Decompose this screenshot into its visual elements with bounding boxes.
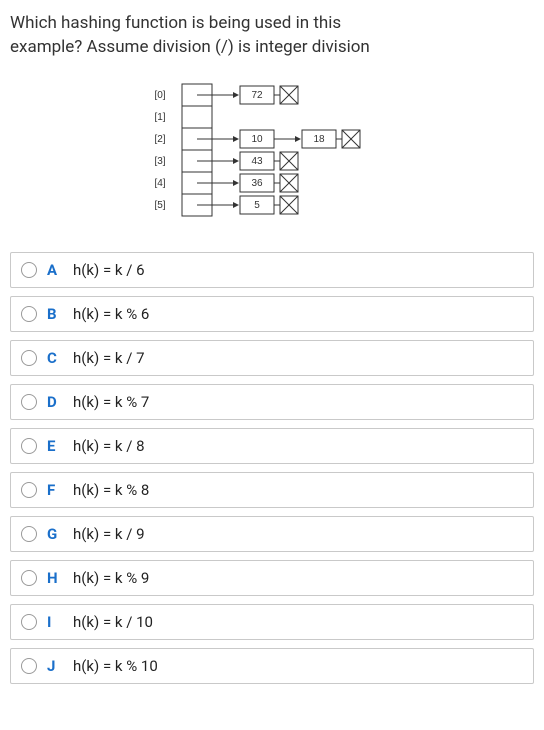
radio-icon	[21, 482, 37, 498]
answer-option-b[interactable]: Bh(k) = k % 6	[10, 296, 534, 332]
radio-icon	[21, 658, 37, 674]
svg-text:5: 5	[254, 200, 260, 211]
radio-icon	[21, 262, 37, 278]
svg-text:[3]: [3]	[154, 156, 165, 167]
option-text: h(k) = k / 10	[73, 613, 153, 631]
svg-text:18: 18	[313, 134, 325, 145]
option-text: h(k) = k % 8	[73, 481, 149, 499]
option-letter: D	[47, 393, 63, 411]
radio-icon	[21, 614, 37, 630]
option-text: h(k) = k % 9	[73, 569, 149, 587]
option-letter: A	[47, 261, 63, 279]
answer-option-e[interactable]: Eh(k) = k / 8	[10, 428, 534, 464]
svg-text:36: 36	[251, 178, 263, 189]
answer-option-i[interactable]: Ih(k) = k / 10	[10, 604, 534, 640]
radio-icon	[21, 350, 37, 366]
answer-option-c[interactable]: Ch(k) = k / 7	[10, 340, 534, 376]
option-letter: B	[47, 305, 63, 323]
option-letter: G	[47, 525, 63, 543]
radio-icon	[21, 526, 37, 542]
radio-icon	[21, 570, 37, 586]
question-text: Which hashing function is being used in …	[10, 12, 370, 60]
option-text: h(k) = k / 7	[73, 349, 145, 367]
option-text: h(k) = k / 6	[73, 261, 145, 279]
option-letter: J	[47, 657, 63, 675]
option-letter: C	[47, 349, 63, 367]
option-text: h(k) = k % 10	[73, 657, 158, 675]
svg-text:[5]: [5]	[154, 200, 165, 211]
option-text: h(k) = k / 8	[73, 437, 145, 455]
answer-option-h[interactable]: Hh(k) = k % 9	[10, 560, 534, 596]
option-text: h(k) = k / 9	[73, 525, 145, 543]
option-text: h(k) = k % 7	[73, 393, 149, 411]
svg-text:[2]: [2]	[154, 134, 165, 145]
option-letter: E	[47, 437, 63, 455]
answer-option-g[interactable]: Gh(k) = k / 9	[10, 516, 534, 552]
radio-icon	[21, 394, 37, 410]
radio-icon	[21, 438, 37, 454]
answer-option-a[interactable]: Ah(k) = k / 6	[10, 252, 534, 288]
answer-option-f[interactable]: Fh(k) = k % 8	[10, 472, 534, 508]
svg-text:[4]: [4]	[154, 178, 165, 189]
option-text: h(k) = k % 6	[73, 305, 149, 323]
option-letter: H	[47, 569, 63, 587]
radio-icon	[21, 306, 37, 322]
svg-text:72: 72	[251, 90, 263, 101]
svg-text:10: 10	[251, 134, 263, 145]
svg-text:43: 43	[251, 156, 263, 167]
option-letter: I	[47, 613, 63, 631]
answer-option-j[interactable]: Jh(k) = k % 10	[10, 648, 534, 684]
svg-text:[0]: [0]	[154, 90, 165, 101]
svg-text:[1]: [1]	[154, 112, 165, 123]
answer-options: Ah(k) = k / 6 Bh(k) = k % 6 Ch(k) = k / 7 D…	[10, 252, 534, 684]
answer-option-d[interactable]: Dh(k) = k % 7	[10, 384, 534, 420]
option-letter: F	[47, 481, 63, 499]
hash-diagram: [0] 72 [1] [2] 10 18 [3] 43 [4] 36 [5] 5	[10, 74, 534, 234]
